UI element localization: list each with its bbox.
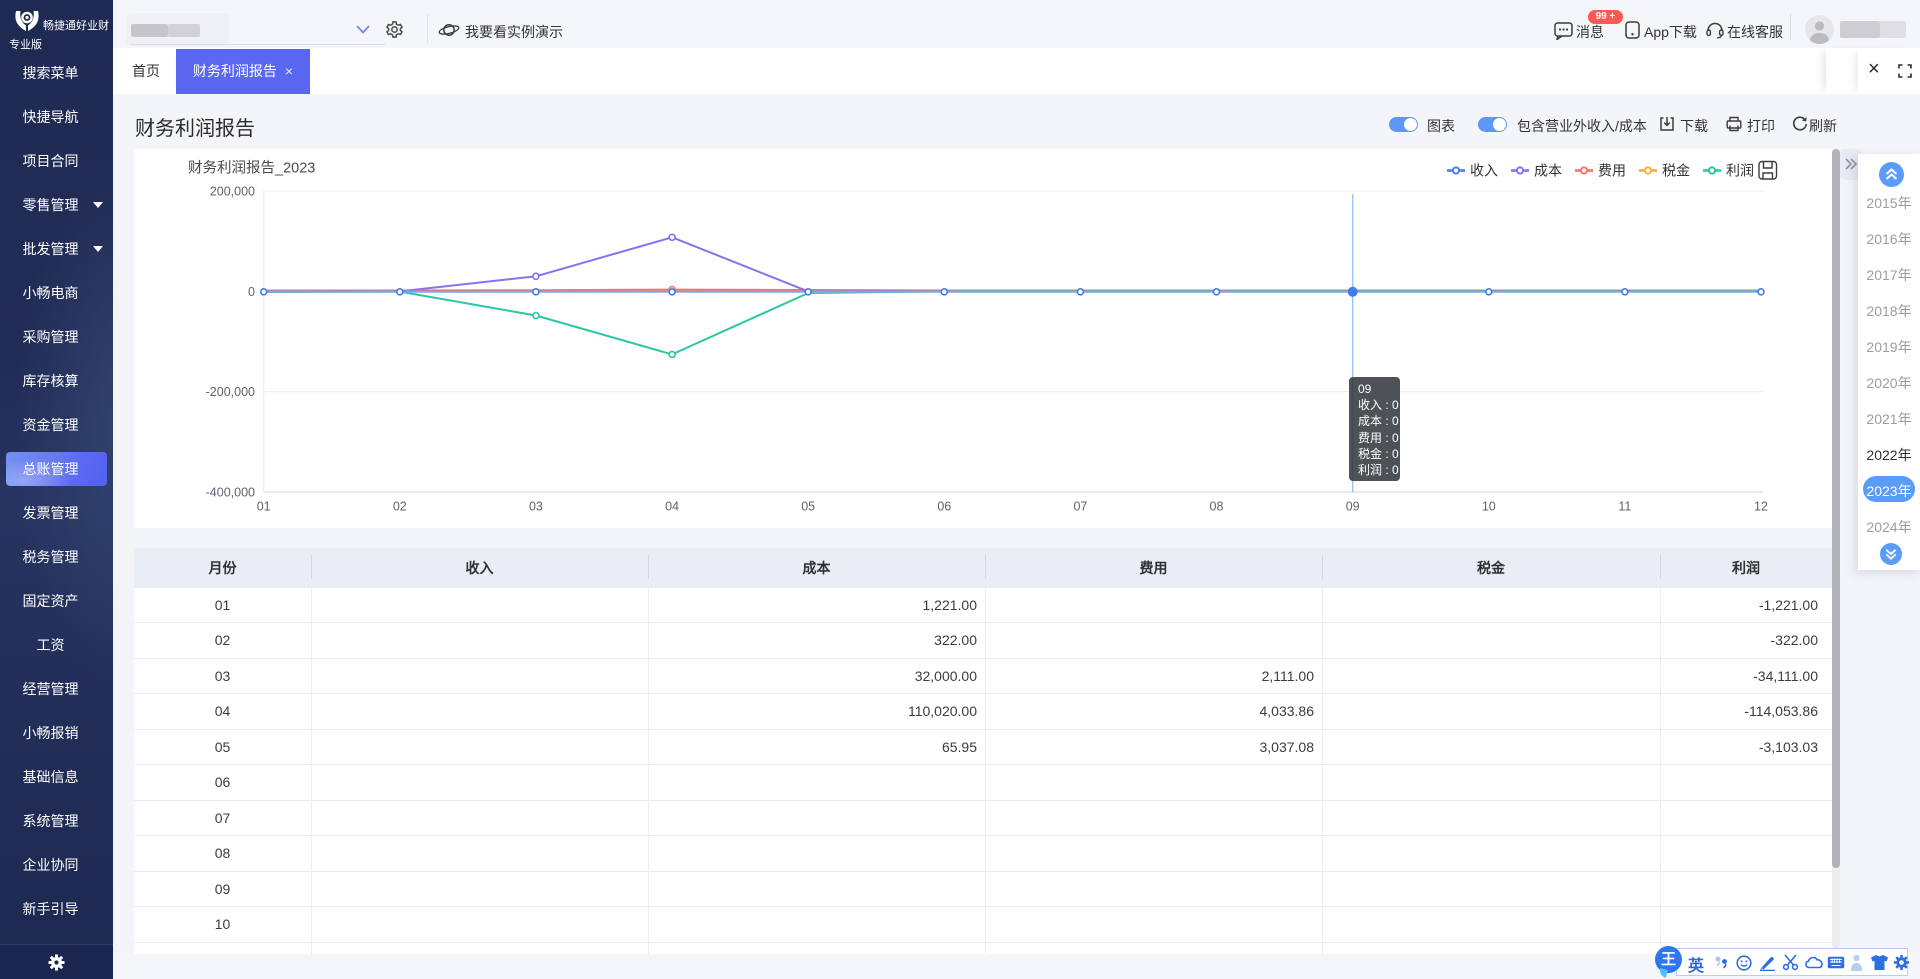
svg-text:-200,000: -200,000 xyxy=(206,385,255,399)
svg-text:10: 10 xyxy=(1482,500,1496,514)
svg-text:01: 01 xyxy=(257,500,271,514)
svg-text:02: 02 xyxy=(393,500,407,514)
svg-text:04: 04 xyxy=(665,500,679,514)
svg-text:税金: 税金 xyxy=(1662,163,1690,179)
svg-text:财务利润报告_2023: 财务利润报告_2023 xyxy=(188,160,315,177)
svg-text:费用: 费用 xyxy=(1598,163,1626,179)
svg-text:08: 08 xyxy=(1210,500,1224,514)
svg-text:06: 06 xyxy=(937,500,951,514)
svg-text:07: 07 xyxy=(1073,500,1087,514)
svg-text:成本: 成本 xyxy=(1534,163,1562,179)
svg-text:200,000: 200,000 xyxy=(210,185,255,199)
svg-text:12: 12 xyxy=(1754,500,1768,514)
svg-text:05: 05 xyxy=(801,500,815,514)
svg-text:-400,000: -400,000 xyxy=(206,486,255,500)
svg-text:收入: 收入 xyxy=(1470,163,1498,179)
svg-text:利润: 利润 xyxy=(1726,163,1754,179)
svg-text:03: 03 xyxy=(529,500,543,514)
svg-text:09: 09 xyxy=(1346,500,1360,514)
svg-text:0: 0 xyxy=(248,285,255,299)
svg-text:11: 11 xyxy=(1618,500,1631,514)
